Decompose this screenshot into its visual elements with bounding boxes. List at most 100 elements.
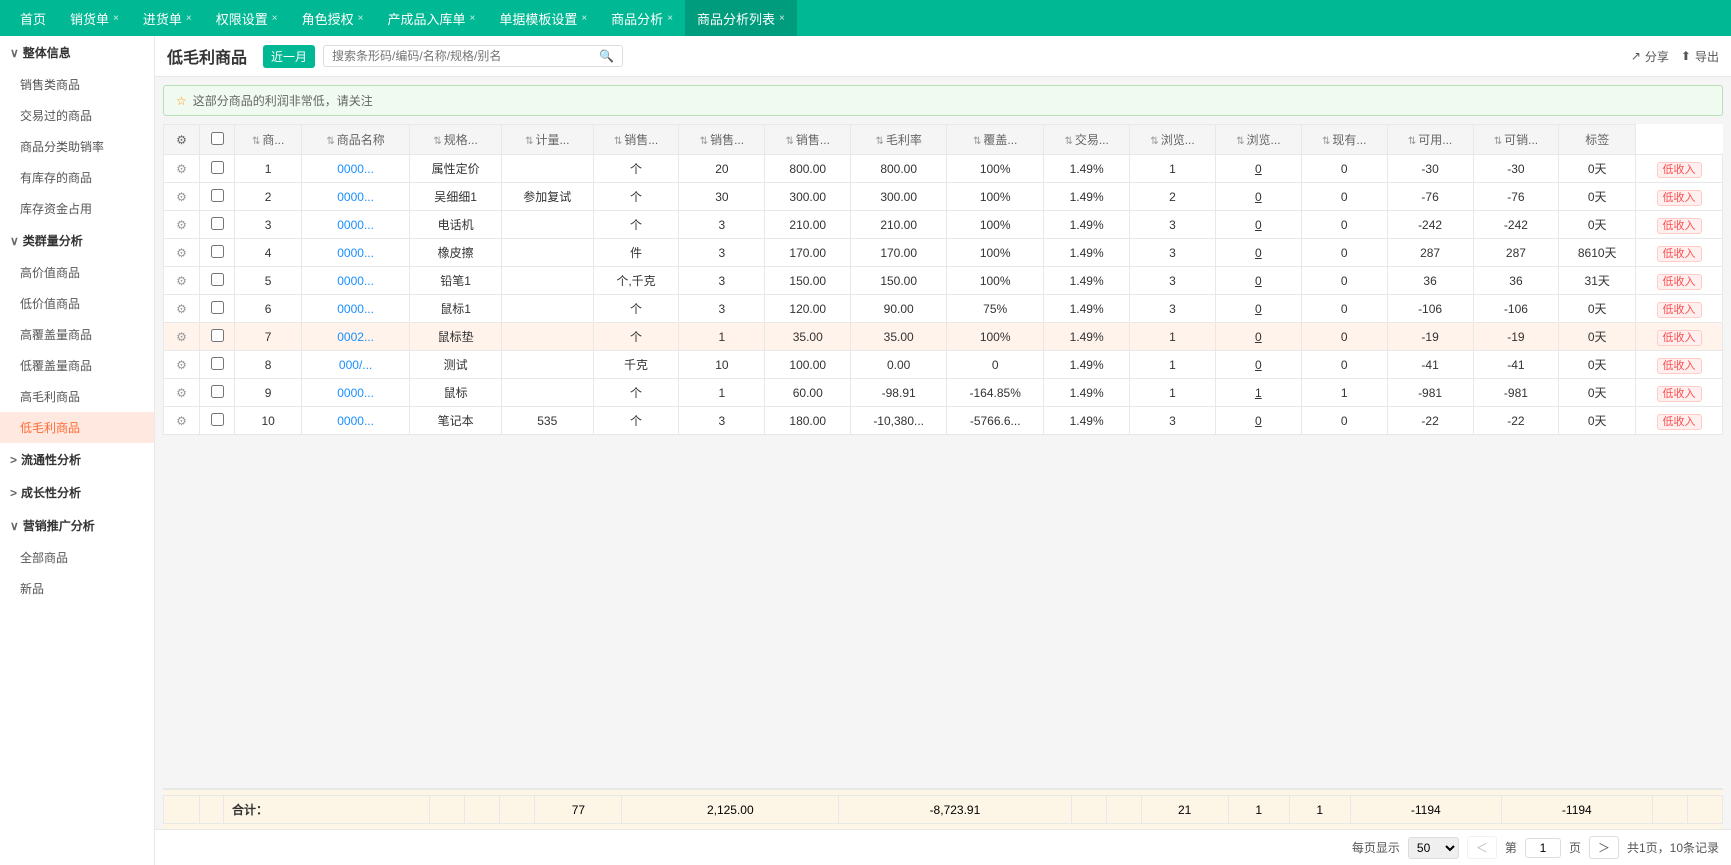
row-browse1[interactable]: 0 <box>1215 155 1301 183</box>
row-select-checkbox[interactable] <box>211 329 224 342</box>
coverage-column-header[interactable]: 覆盖... <box>947 125 1044 155</box>
row-checkbox[interactable] <box>200 295 235 323</box>
sidebar-item-全部商品[interactable]: 全部商品 <box>0 542 154 573</box>
close-tab-icon[interactable]: × <box>779 13 785 24</box>
row-browse1[interactable]: 0 <box>1215 351 1301 379</box>
row-browse1[interactable]: 0 <box>1215 211 1301 239</box>
row-browse1[interactable]: 0 <box>1215 323 1301 351</box>
sales-amount-column-header[interactable]: 销售... <box>765 125 851 155</box>
gross-margin-column-header[interactable]: 毛利率 <box>851 125 947 155</box>
sidebar-item-高价值商品[interactable]: 高价值商品 <box>0 257 154 288</box>
close-tab-icon[interactable]: × <box>667 13 673 24</box>
close-tab-icon[interactable]: × <box>113 13 119 24</box>
date-filter-button[interactable]: 近一月 <box>263 45 315 68</box>
sidebar-item-商品分类助销率[interactable]: 商品分类助销率 <box>0 131 154 162</box>
sidebar-group-类群量分析[interactable]: ∨类群量分析 <box>0 224 154 257</box>
sidebar-item-库存资金占用[interactable]: 库存资金占用 <box>0 193 154 224</box>
sidebar-item-低毛利商品[interactable]: 低毛利商品 <box>0 412 154 443</box>
sidebar-group-营销推广分析[interactable]: ∨营销推广分析 <box>0 509 154 542</box>
nav-item-产成品入库单[interactable]: 产成品入库单× <box>375 0 487 36</box>
row-select-checkbox[interactable] <box>211 357 224 370</box>
close-tab-icon[interactable]: × <box>469 13 475 24</box>
row-checkbox[interactable] <box>200 239 235 267</box>
nav-item-进货单[interactable]: 进货单× <box>131 0 204 36</box>
row-select-checkbox[interactable] <box>211 245 224 258</box>
row-select-checkbox[interactable] <box>211 189 224 202</box>
next-page-button[interactable]: ＞ <box>1589 836 1619 859</box>
settings-column-header[interactable]: ⚙ <box>164 125 200 155</box>
browse2-column-header[interactable]: 浏览... <box>1215 125 1301 155</box>
row-select-checkbox[interactable] <box>211 161 224 174</box>
sidebar-item-销售类商品[interactable]: 销售类商品 <box>0 69 154 100</box>
row-settings[interactable]: ⚙ <box>164 211 200 239</box>
nav-item-销货单[interactable]: 销货单× <box>58 0 131 36</box>
nav-item-权限设置[interactable]: 权限设置× <box>204 0 290 36</box>
export-button[interactable]: ⬆ 导出 <box>1681 48 1719 65</box>
checkbox-column-header[interactable] <box>200 125 235 155</box>
prev-page-button[interactable]: ＜ <box>1467 836 1497 859</box>
row-browse1[interactable]: 0 <box>1215 407 1301 435</box>
row-checkbox[interactable] <box>200 379 235 407</box>
table-container[interactable]: ⚙ 商... 商品名称 规格... 计量... 销售... 销售... 销售..… <box>163 124 1723 788</box>
sidebar-item-低覆盖量商品[interactable]: 低覆盖量商品 <box>0 350 154 381</box>
nav-item-商品分析[interactable]: 商品分析× <box>599 0 685 36</box>
current-page-input[interactable] <box>1525 838 1561 858</box>
row-select-checkbox[interactable] <box>211 301 224 314</box>
close-tab-icon[interactable]: × <box>358 13 364 24</box>
row-select-checkbox[interactable] <box>211 385 224 398</box>
code-column-header[interactable]: 商... <box>235 125 302 155</box>
nav-item-商品分析列表[interactable]: 商品分析列表× <box>685 0 797 36</box>
nav-item-单据模板设置[interactable]: 单据模板设置× <box>487 0 599 36</box>
sidebar-item-高毛利商品[interactable]: 高毛利商品 <box>0 381 154 412</box>
row-browse1[interactable]: 0 <box>1215 267 1301 295</box>
search-icon[interactable]: 🔍 <box>599 49 614 63</box>
browse1-column-header[interactable]: 浏览... <box>1130 125 1216 155</box>
row-checkbox[interactable] <box>200 407 235 435</box>
close-tab-icon[interactable]: × <box>186 13 192 24</box>
row-select-checkbox[interactable] <box>211 217 224 230</box>
select-all-checkbox[interactable] <box>211 132 224 145</box>
transaction-column-header[interactable]: 交易... <box>1044 125 1130 155</box>
row-checkbox[interactable] <box>200 183 235 211</box>
row-browse1[interactable]: 0 <box>1215 183 1301 211</box>
row-checkbox[interactable] <box>200 267 235 295</box>
name-column-header[interactable]: 商品名称 <box>301 125 409 155</box>
row-browse1[interactable]: 0 <box>1215 239 1301 267</box>
row-checkbox[interactable] <box>200 323 235 351</box>
row-settings[interactable]: ⚙ <box>164 267 200 295</box>
sidebar-item-新品[interactable]: 新品 <box>0 573 154 604</box>
page-size-select[interactable]: 2050100 <box>1408 837 1459 859</box>
spec-column-header[interactable]: 规格... <box>410 125 502 155</box>
sidebar-item-高覆盖量商品[interactable]: 高覆盖量商品 <box>0 319 154 350</box>
sidebar-group-整体信息[interactable]: ∨整体信息 <box>0 36 154 69</box>
close-tab-icon[interactable]: × <box>272 13 278 24</box>
row-settings[interactable]: ⚙ <box>164 239 200 267</box>
row-settings[interactable]: ⚙ <box>164 155 200 183</box>
row-settings[interactable]: ⚙ <box>164 379 200 407</box>
sales-qty-column-header[interactable]: 销售... <box>593 125 679 155</box>
sidebar-item-有库存的商品[interactable]: 有库存的商品 <box>0 162 154 193</box>
sales-price-column-header[interactable]: 销售... <box>679 125 765 155</box>
nav-item-角色授权[interactable]: 角色授权× <box>290 0 376 36</box>
row-settings[interactable]: ⚙ <box>164 295 200 323</box>
current-stock-column-header[interactable]: 现有... <box>1301 125 1387 155</box>
available-column-header[interactable]: 可用... <box>1387 125 1473 155</box>
row-settings[interactable]: ⚙ <box>164 351 200 379</box>
row-settings[interactable]: ⚙ <box>164 407 200 435</box>
nav-item-首页[interactable]: 首页 <box>8 0 58 36</box>
row-select-checkbox[interactable] <box>211 273 224 286</box>
row-browse1[interactable]: 0 <box>1215 295 1301 323</box>
sidebar-group-成长性分析[interactable]: >成长性分析 <box>0 476 154 509</box>
share-button[interactable]: ↗ 分享 <box>1631 48 1669 65</box>
search-input[interactable] <box>332 49 599 63</box>
row-select-checkbox[interactable] <box>211 413 224 426</box>
sidebar-item-交易过的商品[interactable]: 交易过的商品 <box>0 100 154 131</box>
unit-column-header[interactable]: 计量... <box>501 125 593 155</box>
row-browse1[interactable]: 1 <box>1215 379 1301 407</box>
sellable-column-header[interactable]: 可销... <box>1473 125 1559 155</box>
row-checkbox[interactable] <box>200 155 235 183</box>
row-settings[interactable]: ⚙ <box>164 323 200 351</box>
sidebar-group-流通性分析[interactable]: >流通性分析 <box>0 443 154 476</box>
row-checkbox[interactable] <box>200 211 235 239</box>
sidebar-item-低价值商品[interactable]: 低价值商品 <box>0 288 154 319</box>
